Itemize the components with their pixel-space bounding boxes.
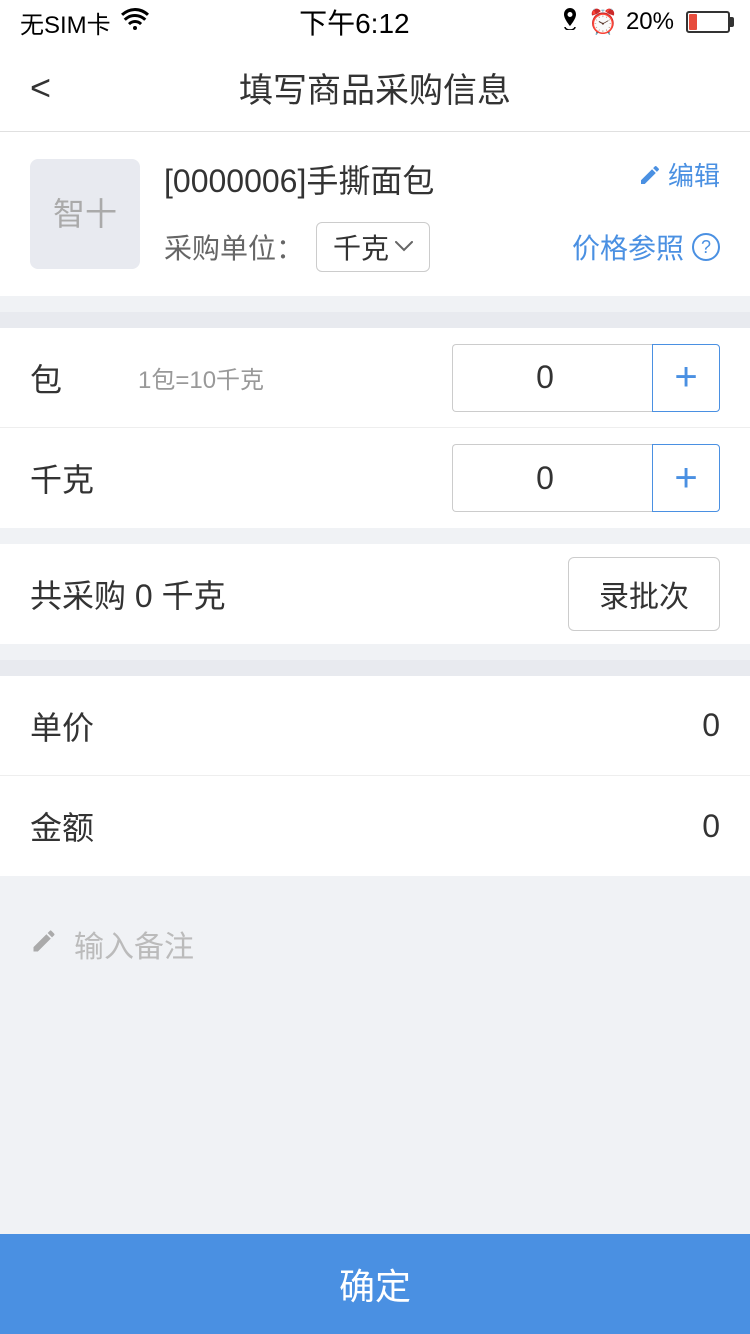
alarm-icon: ⏰ bbox=[588, 8, 618, 37]
unit-price-row: 单价 0 bbox=[0, 676, 750, 776]
unit-price-label: 单价 bbox=[30, 703, 94, 749]
amount-value: 0 bbox=[702, 808, 720, 845]
location-icon bbox=[560, 8, 580, 37]
back-button[interactable]: < bbox=[30, 67, 51, 109]
section-divider-1 bbox=[0, 312, 750, 328]
kg-qty-wrap: + bbox=[452, 444, 720, 512]
confirm-button[interactable]: 确定 bbox=[0, 1234, 750, 1334]
price-ref-label: 价格参照 bbox=[572, 227, 684, 267]
total-label: 共采购 0 千克 bbox=[30, 571, 226, 617]
status-bar: 无SIM卡 下午6:12 ⏰ 20% bbox=[0, 0, 750, 44]
amount-label: 金额 bbox=[30, 803, 94, 849]
status-bar-time: 下午6:12 bbox=[299, 2, 410, 42]
product-info: [0000006]手撕面包 编辑 采购单位： 千克 价格参照 ? bbox=[164, 156, 720, 272]
bag-qty-wrap: + bbox=[452, 344, 720, 412]
bag-qty-input[interactable] bbox=[452, 344, 652, 412]
kg-plus-button[interactable]: + bbox=[652, 444, 720, 512]
record-batch-button[interactable]: 录批次 bbox=[568, 557, 720, 631]
product-name: [0000006]手撕面包 bbox=[164, 156, 434, 202]
status-bar-right: ⏰ 20% bbox=[560, 8, 730, 37]
battery-icon bbox=[686, 11, 730, 33]
amount-row: 金额 0 bbox=[0, 776, 750, 876]
section-divider-2 bbox=[0, 660, 750, 676]
purchase-unit-row: 采购单位： 千克 bbox=[164, 222, 430, 272]
bag-input-row: 包 1包=10千克 + bbox=[0, 328, 750, 428]
input-section: 包 1包=10千克 + 千克 + bbox=[0, 328, 750, 528]
kg-input-row: 千克 + bbox=[0, 428, 750, 528]
product-thumbnail: 智十 bbox=[30, 159, 140, 269]
bottom-spacer bbox=[0, 996, 750, 1196]
pencil-icon bbox=[30, 927, 58, 962]
remark-placeholder: 输入备注 bbox=[74, 922, 194, 966]
remark-section[interactable]: 输入备注 bbox=[0, 892, 750, 996]
page-title: 填写商品采购信息 bbox=[239, 63, 511, 112]
wifi-icon bbox=[121, 8, 149, 37]
svg-text:?: ? bbox=[701, 237, 711, 257]
product-thumb-text: 智十 bbox=[53, 198, 117, 230]
content: 智十 [0000006]手撕面包 编辑 采购单位： 千克 bbox=[0, 132, 750, 1196]
edit-button[interactable]: 编辑 bbox=[638, 156, 720, 193]
product-card: 智十 [0000006]手撕面包 编辑 采购单位： 千克 bbox=[0, 132, 750, 296]
bag-sublabel: 1包=10千克 bbox=[138, 360, 264, 395]
unit-value: 千克 bbox=[333, 227, 389, 267]
carrier-text: 无SIM卡 bbox=[20, 5, 111, 40]
product-bottom-row: 采购单位： 千克 价格参照 ? bbox=[164, 222, 720, 272]
bag-label: 包 bbox=[30, 355, 130, 401]
purchase-unit-label: 采购单位： bbox=[164, 227, 304, 267]
unit-price-value: 0 bbox=[702, 707, 720, 744]
price-ref-button[interactable]: 价格参照 ? bbox=[572, 227, 720, 267]
product-top-row: [0000006]手撕面包 编辑 bbox=[164, 156, 720, 202]
price-section: 单价 0 金额 0 bbox=[0, 676, 750, 876]
kg-label: 千克 bbox=[30, 455, 130, 501]
bag-plus-button[interactable]: + bbox=[652, 344, 720, 412]
nav-bar: < 填写商品采购信息 bbox=[0, 44, 750, 132]
unit-select[interactable]: 千克 bbox=[316, 222, 430, 272]
total-section: 共采购 0 千克 录批次 bbox=[0, 544, 750, 644]
battery-percent: 20% bbox=[626, 8, 674, 36]
status-bar-left: 无SIM卡 bbox=[20, 5, 149, 40]
kg-qty-input[interactable] bbox=[452, 444, 652, 512]
